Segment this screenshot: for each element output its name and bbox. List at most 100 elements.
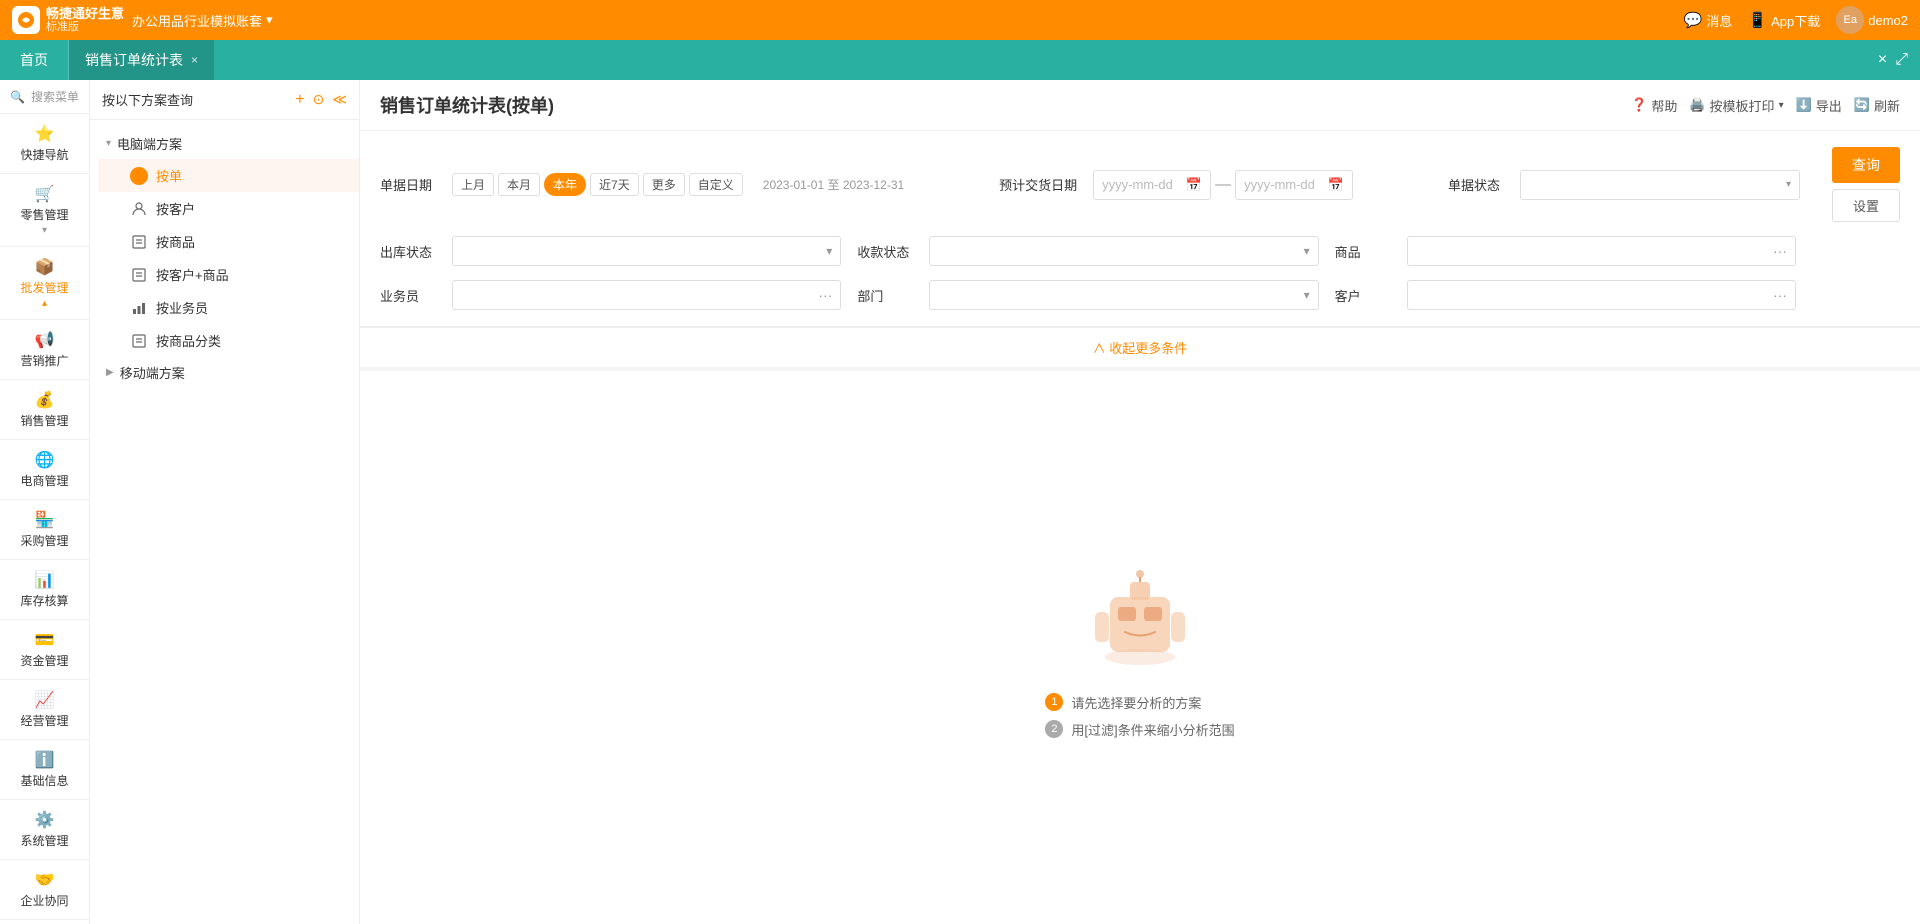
tab-collapse-icon[interactable]: ×	[1878, 51, 1887, 69]
app-download-nav-item[interactable]: 📱 App下载	[1748, 11, 1820, 30]
customer-dots-icon[interactable]: ···	[1773, 287, 1787, 303]
date-label: 单据日期	[380, 175, 436, 194]
basic-info-icon: ℹ️	[35, 750, 55, 770]
sidebar-sales-label: 销售管理	[20, 412, 68, 429]
salesperson-dots-icon[interactable]: ···	[818, 287, 832, 303]
customer-select[interactable]: ···	[1407, 280, 1796, 310]
collapse-bar[interactable]: ∧ 收起更多条件	[360, 327, 1920, 367]
sidebar-item-wholesale[interactable]: 📦 批发管理 ▴	[0, 247, 89, 320]
expected-date-from[interactable]: yyyy-mm-dd 📅	[1093, 170, 1211, 200]
sidebar-item-retail[interactable]: 🛒 零售管理 ▾	[0, 174, 89, 247]
date-btn-this-year[interactable]: 本年	[544, 173, 586, 196]
expected-date-to-placeholder: yyyy-mm-dd	[1244, 177, 1315, 192]
sidebar-item-enterprise[interactable]: 🤝 企业协同	[0, 860, 89, 920]
scheme-group-mobile-header[interactable]: ▶ 移动端方案	[90, 357, 359, 388]
logo-icon	[12, 6, 40, 34]
filter-date-buttons: 上月 本月 本年 近7天 更多 自定义	[452, 173, 743, 196]
sidebar-item-quick-nav[interactable]: ⭐ 快捷导航	[0, 114, 89, 174]
tab-close-icon[interactable]: ×	[191, 53, 198, 67]
sidebar: 🔍 搜索菜单 ⭐ 快捷导航 🛒 零售管理 ▾ 📦 批发管理 ▴ 📢 营销推广 💰…	[0, 80, 90, 924]
refresh-label: 刷新	[1874, 96, 1900, 115]
page-header: 销售订单统计表(按单) ❓ 帮助 🖨️ 按模板打印 ▾ ⬇️ 导出 🔄 刷新	[360, 80, 1920, 131]
marketing-icon: 📢	[35, 330, 55, 350]
scheme-item-by-category-label: 按商品分类	[156, 331, 221, 350]
tab-home-label: 首页	[20, 50, 48, 70]
department-label: 部门	[857, 286, 913, 305]
scheme-item-by-goods[interactable]: 按商品	[98, 225, 359, 258]
ship-status-select[interactable]: ▾	[452, 236, 841, 266]
settings-scheme-button[interactable]: ⊙	[313, 91, 325, 108]
scheme-item-by-category[interactable]: 按商品分类	[98, 324, 359, 357]
sidebar-item-inventory[interactable]: 📊 库存核算	[0, 560, 89, 620]
sidebar-item-basic-info[interactable]: ℹ️ 基础信息	[0, 740, 89, 800]
sidebar-finance-label: 资金管理	[20, 652, 68, 669]
sidebar-item-marketing[interactable]: 📢 营销推广	[0, 320, 89, 380]
sidebar-item-finance[interactable]: 💳 资金管理	[0, 620, 89, 680]
app-download-label: App下载	[1771, 11, 1820, 30]
print-label: 按模板打印	[1710, 96, 1775, 115]
sidebar-retail-label: 零售管理	[20, 206, 68, 223]
scheme-group-pc-header[interactable]: ▾ 电脑端方案	[90, 128, 359, 159]
page-title: 销售订单统计表(按单)	[380, 92, 554, 118]
receive-status-select[interactable]: ▾	[929, 236, 1318, 266]
refresh-button[interactable]: 🔄 刷新	[1854, 96, 1900, 115]
expected-date-to[interactable]: yyyy-mm-dd 📅	[1235, 170, 1353, 200]
scheme-tree: ▾ 电脑端方案 单 按单 按客户	[90, 120, 359, 396]
sidebar-ecommerce-label: 电商管理	[20, 472, 68, 489]
sidebar-item-ecommerce[interactable]: 🌐 电商管理	[0, 440, 89, 500]
sidebar-item-purchase[interactable]: 🏪 采购管理	[0, 500, 89, 560]
date-btn-7days[interactable]: 近7天	[590, 173, 639, 196]
scheme-item-by-salesperson[interactable]: 按业务员	[98, 291, 359, 324]
logo-box: 畅捷通好生意 标准版	[12, 6, 124, 35]
tab-home[interactable]: 首页	[0, 40, 69, 80]
salesperson-select[interactable]: ···	[452, 280, 841, 310]
collapse-panel-button[interactable]: ≪	[332, 91, 347, 108]
scheme-item-by-customer-goods[interactable]: 按客户+商品	[98, 258, 359, 291]
enterprise-icon: 🤝	[35, 870, 55, 890]
sidebar-item-system[interactable]: ⚙️ 系统管理	[0, 800, 89, 860]
app-icon: 📱	[1748, 11, 1767, 29]
collapse-label: ∧ 收起更多条件	[1093, 341, 1188, 356]
sidebar-search[interactable]: 🔍 搜索菜单	[0, 80, 89, 114]
scheme-item-by-customer[interactable]: 按客户	[98, 192, 359, 225]
empty-tip-2: 2 用[过滤]条件来缩小分析范围	[1045, 720, 1234, 739]
status-select[interactable]: ▾	[1520, 170, 1800, 200]
empty-tips: 1 请先选择要分析的方案 2 用[过滤]条件来缩小分析范围	[1045, 693, 1234, 739]
export-button[interactable]: ⬇️ 导出	[1796, 96, 1842, 115]
left-panel-icons: + ⊙ ≪	[295, 91, 347, 109]
tip-num-2: 2	[1045, 720, 1063, 738]
inventory-icon: 📊	[35, 570, 55, 590]
breadcrumb[interactable]: 办公用品行业模拟账套 ▾	[132, 11, 273, 30]
breadcrumb-dropdown-icon[interactable]: ▾	[266, 12, 273, 28]
query-button[interactable]: 查询	[1832, 147, 1900, 183]
scheme-group-mobile: ▶ 移动端方案	[90, 357, 359, 388]
scheme-item-by-order[interactable]: 单 按单	[98, 159, 359, 192]
scheme-icon-goods	[130, 233, 148, 251]
empty-tip-1: 1 请先选择要分析的方案	[1045, 693, 1234, 712]
wholesale-icon: 📦	[35, 257, 55, 277]
date-btn-custom[interactable]: 自定义	[689, 173, 743, 196]
date-btn-more[interactable]: 更多	[643, 173, 685, 196]
add-scheme-button[interactable]: +	[295, 91, 304, 109]
left-panel: 按以下方案查询 + ⊙ ≪ ▾ 电脑端方案 单 按单	[90, 80, 360, 924]
tab-expand-icon[interactable]: ⤢	[1895, 51, 1908, 69]
user-nav-item[interactable]: Ea demo2	[1836, 6, 1908, 34]
sidebar-item-guide[interactable]: 🧭 新手引导	[0, 920, 89, 924]
goods-select[interactable]: ···	[1407, 236, 1796, 266]
export-icon: ⬇️	[1796, 97, 1812, 113]
tab-sales-statistics[interactable]: 销售订单统计表 ×	[69, 40, 214, 80]
mobile-group-expand-icon: ▶	[106, 367, 114, 378]
empty-tip-2-text: 用[过滤]条件来缩小分析范围	[1071, 720, 1234, 739]
retail-icon: 🛒	[35, 184, 55, 204]
sidebar-item-operations[interactable]: 📈 经营管理	[0, 680, 89, 740]
department-select[interactable]: ▾	[929, 280, 1318, 310]
help-button[interactable]: ❓ 帮助	[1631, 96, 1677, 115]
date-btn-this-month[interactable]: 本月	[498, 173, 540, 196]
sidebar-item-sales[interactable]: 💰 销售管理	[0, 380, 89, 440]
date-btn-last-month[interactable]: 上月	[452, 173, 494, 196]
goods-dots-icon[interactable]: ···	[1773, 243, 1787, 259]
settings-button[interactable]: 设置	[1832, 189, 1900, 222]
print-button[interactable]: 🖨️ 按模板打印 ▾	[1689, 96, 1783, 115]
ecommerce-icon: 🌐	[35, 450, 55, 470]
message-nav-item[interactable]: 💬 消息	[1684, 11, 1733, 30]
